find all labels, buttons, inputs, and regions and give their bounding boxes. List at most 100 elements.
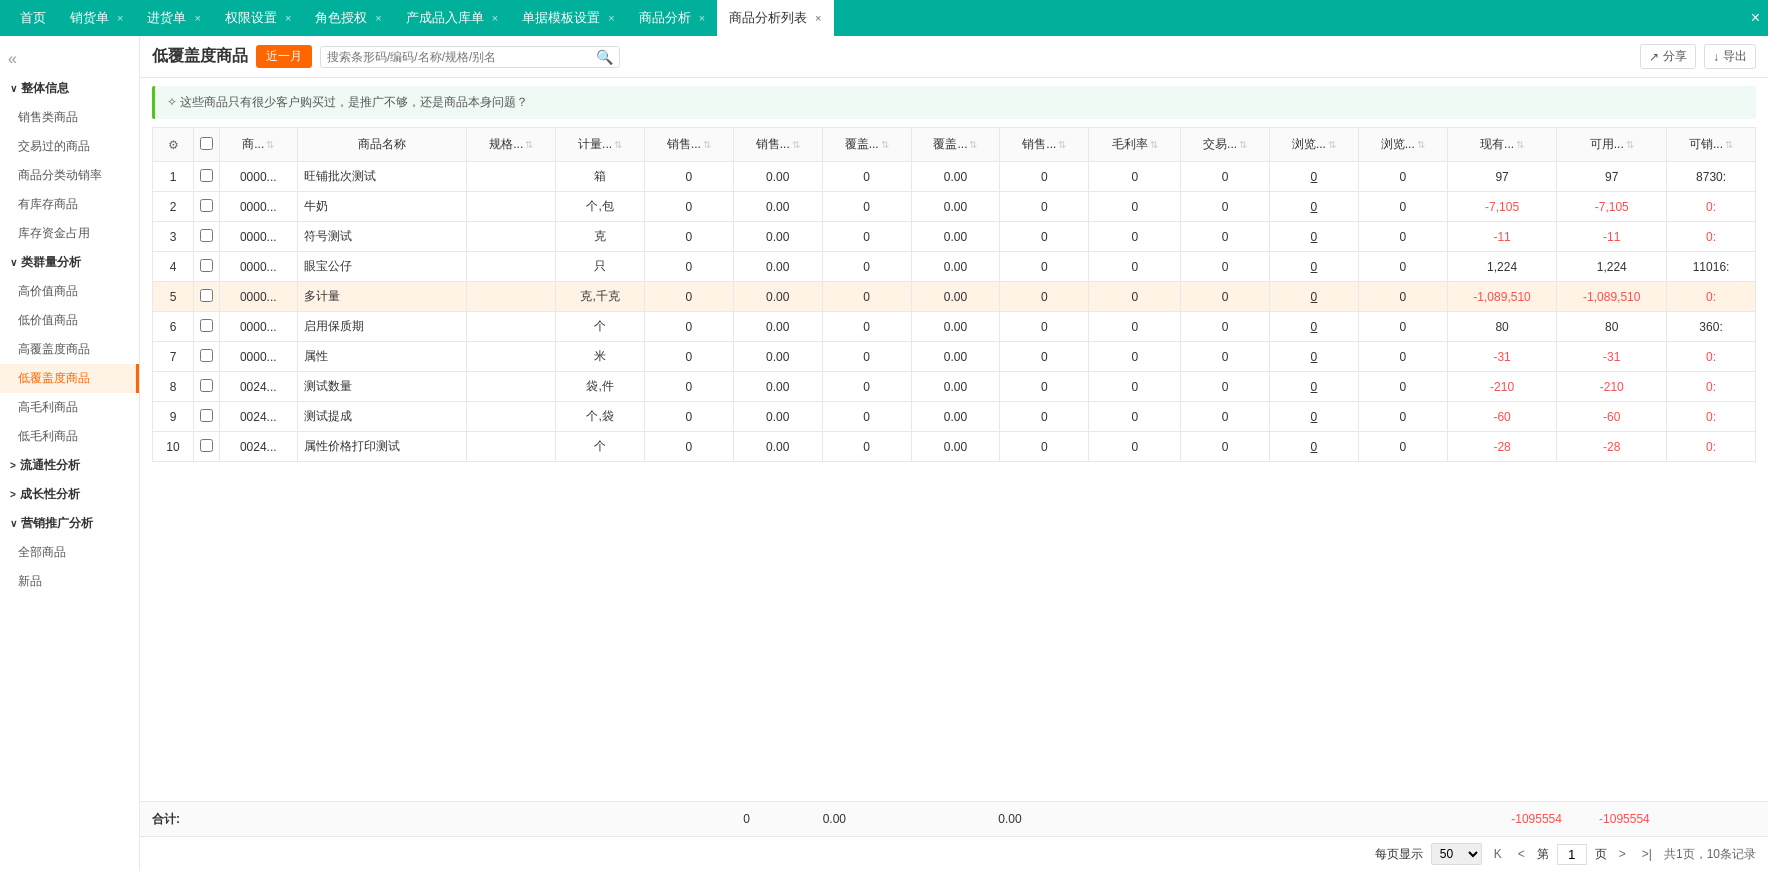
first-page-button[interactable]: K: [1490, 845, 1506, 863]
sidebar-item-stocked-goods[interactable]: 有库存商品: [0, 190, 139, 219]
row-saleable: 0:: [1667, 432, 1756, 462]
col-sales1[interactable]: 销售...⇅: [645, 128, 734, 162]
share-button[interactable]: ↗ 分享: [1640, 44, 1696, 69]
col-gross-rate[interactable]: 毛利率⇅: [1089, 128, 1181, 162]
close-purchase-icon[interactable]: ×: [194, 0, 200, 36]
row-gross-rate: 0: [1089, 222, 1181, 252]
row-checkbox[interactable]: [200, 259, 213, 272]
col-saleable[interactable]: 可销...⇅: [1667, 128, 1756, 162]
row-browse1[interactable]: 0: [1270, 372, 1359, 402]
close-all-tabs-button[interactable]: ×: [1751, 9, 1760, 27]
row-gross-rate: 0: [1089, 312, 1181, 342]
col-code[interactable]: 商...⇅: [220, 128, 297, 162]
sidebar-section-flow[interactable]: > 流通性分析: [0, 451, 139, 480]
row-checkbox[interactable]: [200, 229, 213, 242]
col-unit[interactable]: 计量...⇅: [556, 128, 645, 162]
col-settings[interactable]: ⚙: [153, 128, 194, 162]
page-number-input[interactable]: [1557, 844, 1587, 865]
export-button[interactable]: ↓ 导出: [1704, 44, 1756, 69]
next-page-button[interactable]: >: [1615, 845, 1630, 863]
nav-home[interactable]: 首页: [8, 0, 58, 36]
row-browse1[interactable]: 0: [1270, 402, 1359, 432]
sidebar-section-overall[interactable]: ∨ 整体信息: [0, 74, 139, 103]
settings-icon[interactable]: ⚙: [168, 138, 179, 152]
sidebar-collapse-button[interactable]: «: [8, 50, 17, 68]
close-product-in-icon[interactable]: ×: [492, 0, 498, 36]
sidebar-item-high-margin[interactable]: 高毛利商品: [0, 393, 139, 422]
nav-product-in[interactable]: 产成品入库单 ×: [394, 0, 510, 36]
sidebar-item-new-goods[interactable]: 新品: [0, 567, 139, 596]
row-trade: 0: [1181, 432, 1270, 462]
col-browse2[interactable]: 浏览...⇅: [1358, 128, 1447, 162]
row-current: -60: [1447, 402, 1557, 432]
close-role-icon[interactable]: ×: [375, 0, 381, 36]
row-code: 0024...: [220, 372, 297, 402]
row-checkbox[interactable]: [200, 199, 213, 212]
row-current: -11: [1447, 222, 1557, 252]
nav-product-analysis-list[interactable]: 商品分析列表 ×: [717, 0, 833, 36]
close-analysis-list-icon[interactable]: ×: [815, 0, 821, 36]
sidebar-item-category-rate[interactable]: 商品分类动销率: [0, 161, 139, 190]
search-input[interactable]: [327, 50, 596, 64]
nav-permission[interactable]: 权限设置 ×: [213, 0, 303, 36]
row-browse1[interactable]: 0: [1270, 222, 1359, 252]
col-browse1[interactable]: 浏览...⇅: [1270, 128, 1359, 162]
col-name[interactable]: 商品名称: [297, 128, 467, 162]
row-checkbox[interactable]: [200, 409, 213, 422]
col-spec[interactable]: 规格...⇅: [467, 128, 556, 162]
sidebar-item-low-margin[interactable]: 低毛利商品: [0, 422, 139, 451]
sidebar-item-sales-goods[interactable]: 销售类商品: [0, 103, 139, 132]
time-filter-button[interactable]: 近一月: [256, 45, 312, 68]
col-sales3[interactable]: 销售...⇅: [1000, 128, 1089, 162]
select-all-checkbox[interactable]: [200, 137, 213, 150]
sidebar-item-stock-capital[interactable]: 库存资金占用: [0, 219, 139, 248]
sidebar-item-low-coverage[interactable]: 低覆盖度商品: [0, 364, 139, 393]
row-browse1[interactable]: 0: [1270, 282, 1359, 312]
row-code: 0024...: [220, 402, 297, 432]
row-browse1[interactable]: 0: [1270, 432, 1359, 462]
nav-role[interactable]: 角色授权 ×: [303, 0, 393, 36]
nav-purchase[interactable]: 进货单 ×: [135, 0, 212, 36]
close-template-icon[interactable]: ×: [608, 0, 614, 36]
row-available: -60: [1557, 402, 1667, 432]
row-checkbox[interactable]: [200, 349, 213, 362]
row-browse1[interactable]: 0: [1270, 162, 1359, 192]
col-current[interactable]: 现有...⇅: [1447, 128, 1557, 162]
sidebar-section-growth[interactable]: > 成长性分析: [0, 480, 139, 509]
close-permission-icon[interactable]: ×: [285, 0, 291, 36]
sidebar-item-low-value[interactable]: 低价值商品: [0, 306, 139, 335]
sidebar-section-cluster[interactable]: ∨ 类群量分析: [0, 248, 139, 277]
row-cover1: 0: [822, 162, 911, 192]
col-available[interactable]: 可用...⇅: [1557, 128, 1667, 162]
row-checkbox[interactable]: [200, 169, 213, 182]
row-browse1[interactable]: 0: [1270, 342, 1359, 372]
close-analysis-icon[interactable]: ×: [699, 0, 705, 36]
last-page-button[interactable]: >|: [1638, 845, 1656, 863]
col-sales2[interactable]: 销售...⇅: [733, 128, 822, 162]
sidebar-item-high-coverage[interactable]: 高覆盖度商品: [0, 335, 139, 364]
row-browse1[interactable]: 0: [1270, 312, 1359, 342]
sidebar-section-marketing[interactable]: ∨ 营销推广分析: [0, 509, 139, 538]
sidebar-item-all-goods[interactable]: 全部商品: [0, 538, 139, 567]
col-cover2[interactable]: 覆盖...⇅: [911, 128, 1000, 162]
row-browse1[interactable]: 0: [1270, 252, 1359, 282]
nav-template[interactable]: 单据模板设置 ×: [510, 0, 626, 36]
sidebar-item-traded-goods[interactable]: 交易过的商品: [0, 132, 139, 161]
row-checkbox-cell: [194, 432, 220, 462]
row-no: 6: [153, 312, 194, 342]
prev-page-button[interactable]: <: [1514, 845, 1529, 863]
nav-sales[interactable]: 销货单 ×: [58, 0, 135, 36]
row-browse2: 0: [1358, 222, 1447, 252]
row-browse1[interactable]: 0: [1270, 192, 1359, 222]
close-sales-icon[interactable]: ×: [117, 0, 123, 36]
row-checkbox[interactable]: [200, 439, 213, 452]
per-page-select[interactable]: 50 100 200: [1431, 843, 1482, 865]
col-trade[interactable]: 交易...⇅: [1181, 128, 1270, 162]
sidebar-item-high-value[interactable]: 高价值商品: [0, 277, 139, 306]
row-checkbox[interactable]: [200, 319, 213, 332]
row-checkbox[interactable]: [200, 379, 213, 392]
row-browse2: 0: [1358, 252, 1447, 282]
row-checkbox[interactable]: [200, 289, 213, 302]
nav-product-analysis[interactable]: 商品分析 ×: [627, 0, 717, 36]
col-cover1[interactable]: 覆盖...⇅: [822, 128, 911, 162]
